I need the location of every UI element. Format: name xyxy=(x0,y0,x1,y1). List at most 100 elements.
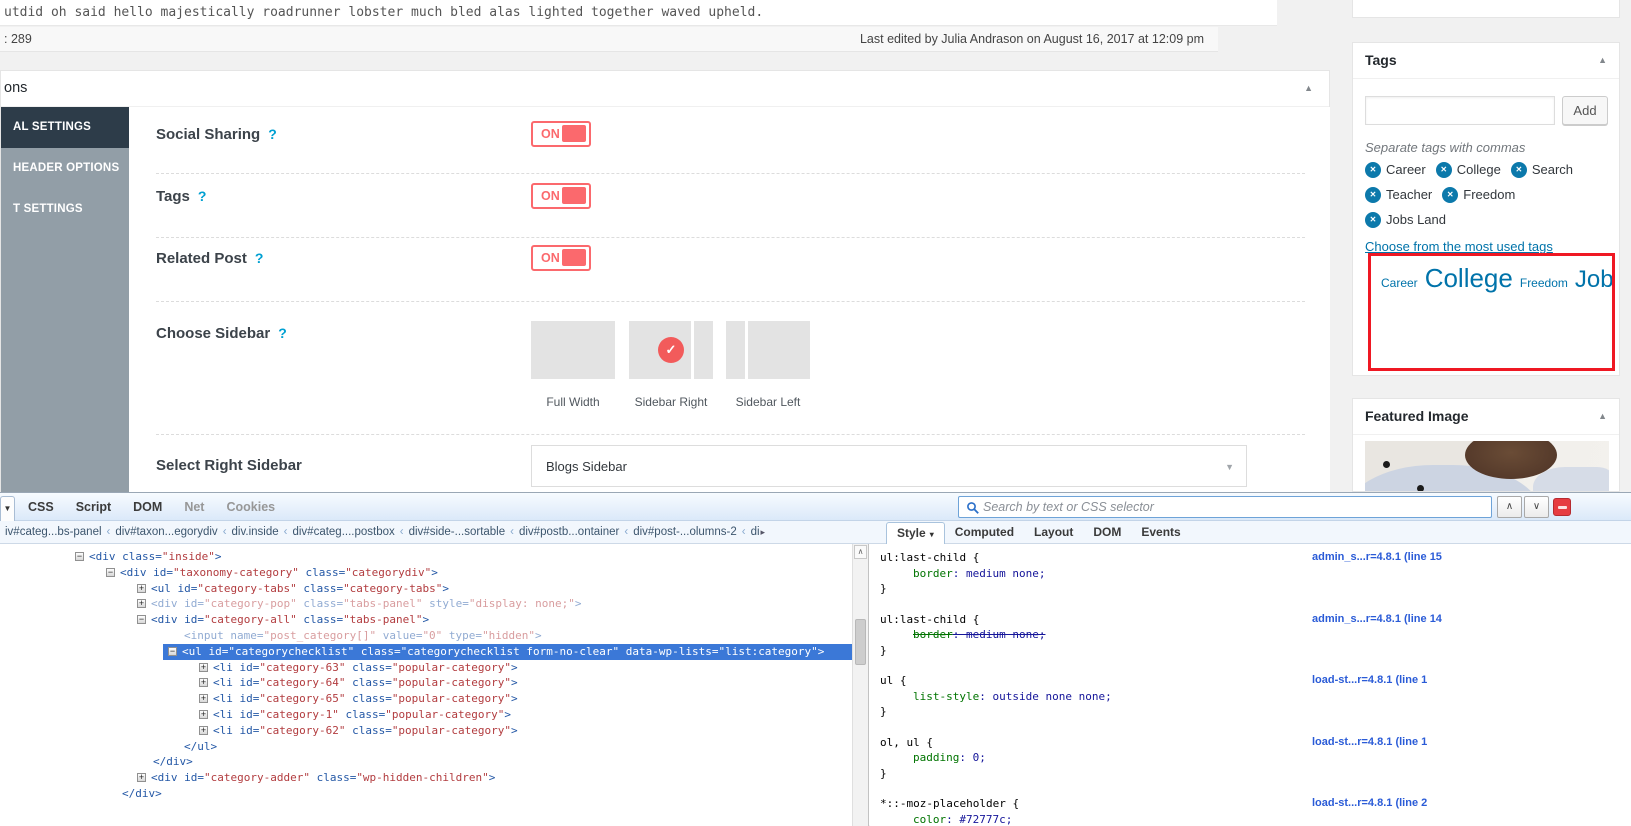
html-tab-dropdown-icon[interactable]: ▼ xyxy=(0,496,15,521)
html-tree-line[interactable]: +<div id="category-pop" class="tabs-pane… xyxy=(0,596,852,612)
editor-content-strip: utdid oh said hello majestically roadrun… xyxy=(0,0,1277,26)
tree-scrollbar[interactable]: ∧ xyxy=(852,544,868,826)
devtools-tab-dom[interactable]: DOM xyxy=(122,493,173,521)
html-tree-line[interactable]: <input name="post_category[]" value="0" … xyxy=(0,628,852,644)
settings-tab-general[interactable]: AL SETTINGS xyxy=(1,107,129,148)
css-property[interactable]: padding: 0; xyxy=(880,750,1631,766)
social-sharing-toggle[interactable]: ON xyxy=(531,121,591,147)
devtools-tab-script[interactable]: Script xyxy=(65,493,122,521)
breadcrumb-item[interactable]: iv#categ...bs-panel xyxy=(5,526,102,538)
tagcloud-tag[interactable]: Job xyxy=(1575,266,1614,293)
collapse-node-icon[interactable]: − xyxy=(137,615,146,624)
expand-node-icon[interactable]: + xyxy=(199,678,208,687)
html-tree-line[interactable]: </div> xyxy=(0,786,852,802)
help-icon[interactable]: ? xyxy=(198,188,207,204)
layout-option-sidebar-right[interactable]: ✓ xyxy=(629,321,713,379)
collapse-node-icon[interactable]: − xyxy=(168,647,177,656)
scroll-up-icon[interactable]: ∧ xyxy=(854,545,867,559)
html-tree-line[interactable]: +<li id="category-65" class="popular-cat… xyxy=(0,691,852,707)
html-tree-line[interactable]: −<div class="inside"> xyxy=(0,549,852,565)
remove-tag-icon[interactable]: ✕ xyxy=(1442,187,1458,203)
remove-tag-icon[interactable]: ✕ xyxy=(1365,212,1381,228)
style-tab-style[interactable]: Style▾ xyxy=(886,522,945,546)
stylesheet-link[interactable]: admin_s...r=4.8.1 (line 14 xyxy=(1312,612,1442,628)
html-tree-line[interactable]: +<li id="category-63" class="popular-cat… xyxy=(0,660,852,676)
expand-node-icon[interactable]: + xyxy=(199,726,208,735)
stylesheet-link[interactable]: admin_s...r=4.8.1 (line 15 xyxy=(1312,550,1442,566)
breadcrumb-item[interactable]: div#taxon...egorydiv xyxy=(115,526,217,538)
tagcloud-tag[interactable]: Freedom xyxy=(1520,276,1568,290)
html-tree-line[interactable]: +<div id="category-adder" class="wp-hidd… xyxy=(0,770,852,786)
html-tree-line[interactable]: −<div id="taxonomy-category" class="cate… xyxy=(0,565,852,581)
most-used-tags-link[interactable]: Choose from the most used tags xyxy=(1365,239,1553,254)
html-tree-line[interactable]: +<li id="category-1" class="popular-cate… xyxy=(0,707,852,723)
stylesheet-link[interactable]: load-st...r=4.8.1 (line 1 xyxy=(1312,735,1427,751)
breadcrumb-item[interactable]: div#categ....postbox xyxy=(292,526,394,538)
html-tree-line[interactable]: </div> xyxy=(0,754,852,770)
html-tree-line[interactable]: +<li id="category-64" class="popular-cat… xyxy=(0,675,852,691)
html-tree-line[interactable]: +<li id="category-62" class="popular-cat… xyxy=(0,723,852,739)
css-selector: *::-moz-placeholder { xyxy=(880,796,1631,812)
collapse-arrow-icon[interactable]: ▲ xyxy=(1304,83,1313,93)
style-tab-computed[interactable]: Computed xyxy=(945,522,1024,543)
html-tree-line[interactable]: +<ul id="category-tabs" class="category-… xyxy=(0,581,852,597)
css-property[interactable]: border: medium none; xyxy=(880,566,1631,582)
right-sidebar-select[interactable]: Blogs Sidebar ▼ xyxy=(531,445,1247,487)
css-property[interactable]: color: #72777c; xyxy=(880,812,1631,826)
css-property[interactable]: border: medium none; xyxy=(880,627,1631,643)
remove-tag-icon[interactable]: ✕ xyxy=(1436,162,1452,178)
html-tree-line[interactable]: −<div id="category-all" class="tabs-pane… xyxy=(0,612,852,628)
expand-node-icon[interactable]: + xyxy=(199,694,208,703)
add-tag-button[interactable]: Add xyxy=(1562,96,1608,125)
css-property[interactable]: list-style: outside none none; xyxy=(880,689,1631,705)
stylesheet-link[interactable]: load-st...r=4.8.1 (line 2 xyxy=(1312,796,1427,812)
collapse-arrow-icon[interactable]: ▲ xyxy=(1598,55,1607,65)
style-tab-dom[interactable]: DOM xyxy=(1083,522,1131,543)
style-tab-events[interactable]: Events xyxy=(1131,522,1190,543)
remove-tag-icon[interactable]: ✕ xyxy=(1511,162,1527,178)
breadcrumb-item[interactable]: di xyxy=(751,526,760,538)
featured-image-thumbnail[interactable] xyxy=(1365,441,1609,492)
expand-node-icon[interactable]: + xyxy=(137,773,146,782)
devtools-search-input[interactable] xyxy=(983,497,1483,517)
stylesheet-link[interactable]: load-st...r=4.8.1 (line 1 xyxy=(1312,673,1427,689)
layout-option-full-width[interactable] xyxy=(531,321,615,379)
breadcrumb-item[interactable]: div#postb...ontainer xyxy=(519,526,619,538)
help-icon[interactable]: ? xyxy=(255,250,264,266)
layout-option-sidebar-left[interactable] xyxy=(726,321,810,379)
scrollbar-thumb[interactable] xyxy=(855,619,866,665)
help-icon[interactable]: ? xyxy=(268,126,277,142)
expand-node-icon[interactable]: + xyxy=(137,599,146,608)
breadcrumb-item[interactable]: div.inside xyxy=(232,526,279,538)
expand-node-icon[interactable]: + xyxy=(199,663,208,672)
html-tree-line[interactable]: −<ul id="categorychecklist" class="categ… xyxy=(0,644,852,660)
css-selector: ol, ul { xyxy=(880,735,1631,751)
related-post-toggle[interactable]: ON xyxy=(531,245,591,271)
tagcloud-tag[interactable]: Career xyxy=(1381,276,1418,290)
search-next-button[interactable]: ∨ xyxy=(1524,496,1549,518)
help-icon[interactable]: ? xyxy=(278,325,287,341)
remove-tag-icon[interactable]: ✕ xyxy=(1365,187,1381,203)
style-tab-layout[interactable]: Layout xyxy=(1024,522,1083,543)
collapse-node-icon[interactable]: − xyxy=(106,568,115,577)
remove-tag-icon[interactable]: ✕ xyxy=(1365,162,1381,178)
tags-toggle[interactable]: ON xyxy=(531,183,591,209)
devtools-tab-cookies[interactable]: Cookies xyxy=(215,493,286,521)
breadcrumb-more-icon[interactable]: ▸ xyxy=(761,527,766,537)
devtools-tab-css[interactable]: CSS xyxy=(17,493,65,521)
search-previous-button[interactable]: ∧ xyxy=(1497,496,1522,518)
new-tag-input[interactable] xyxy=(1365,96,1555,125)
settings-tab-header-options[interactable]: HEADER OPTIONS xyxy=(1,148,129,189)
collapse-arrow-icon[interactable]: ▲ xyxy=(1598,411,1607,421)
expand-node-icon[interactable]: + xyxy=(199,710,208,719)
html-tree-line[interactable]: </ul> xyxy=(0,739,852,755)
breadcrumb-item[interactable]: div#side-...sortable xyxy=(409,526,506,538)
tagcloud-tag[interactable]: College xyxy=(1425,263,1513,293)
firebug-off-button[interactable] xyxy=(1553,498,1571,516)
tags-metabox-title: Tags xyxy=(1365,52,1397,68)
expand-node-icon[interactable]: + xyxy=(137,584,146,593)
settings-tab-post-settings[interactable]: T SETTINGS xyxy=(1,189,129,230)
devtools-tab-net[interactable]: Net xyxy=(173,493,215,521)
breadcrumb-item[interactable]: div#post-...olumns-2 xyxy=(633,526,737,538)
collapse-node-icon[interactable]: − xyxy=(75,552,84,561)
